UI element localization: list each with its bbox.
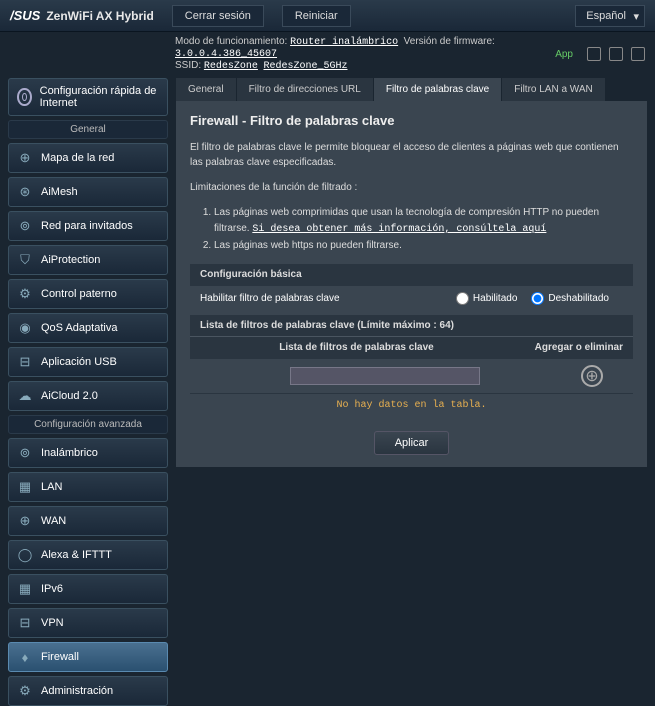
limitations-label: Limitaciones de la función de filtrado : [190,180,633,195]
quick-setup-label: Configuración rápida de Internet [40,85,159,109]
sidebar-item-lan[interactable]: ▦LAN [8,472,168,502]
sidebar-item-usb-app[interactable]: ⊟Aplicación USB [8,347,168,377]
ssid-label: SSID: [175,60,201,71]
no-data-message: No hay datos en la tabla. [190,393,633,417]
mode-link[interactable]: Router inalámbrico [290,37,398,48]
mode-label: Modo de funcionamiento: [175,36,287,47]
wifi-icon: ⊚ [17,445,33,461]
add-keyword-button[interactable]: ⊕ [581,365,603,387]
admin-icon: ⚙ [17,683,33,699]
column-keyword-list: Lista de filtros de palabras clave [200,342,513,353]
sidebar-item-guest-network[interactable]: ⊚Red para invitados [8,211,168,241]
wan-icon: ⊕ [17,513,33,529]
ssid2-link[interactable]: RedesZone_5GHz [263,61,347,72]
tab-keyword-filter[interactable]: Filtro de palabras clave [374,78,502,101]
usb-icon: ⊟ [17,354,33,370]
sidebar-item-wan[interactable]: ⊕WAN [8,506,168,536]
page-description: El filtro de palabras clave le permite b… [190,140,633,170]
language-select[interactable]: Español [575,5,645,27]
fw-label: Versión de firmware: [404,36,495,47]
shield-icon: ⛉ [17,252,33,268]
advanced-section-label: Configuración avanzada [8,415,168,434]
basic-config-header: Configuración básica [190,264,633,285]
status-icon-2[interactable] [609,47,623,61]
gear-icon [17,88,32,106]
sidebar-item-vpn[interactable]: ⊟VPN [8,608,168,638]
vpn-icon: ⊟ [17,615,33,631]
sidebar-item-aicloud[interactable]: ☁AiCloud 2.0 [8,381,168,411]
cloud-icon: ☁ [17,388,33,404]
speedometer-icon: ◉ [17,320,33,336]
sidebar-item-ipv6[interactable]: ▦IPv6 [8,574,168,604]
fw-link[interactable]: 3.0.0.4.386_45607 [175,49,277,60]
people-icon: ⚙ [17,286,33,302]
keyword-input[interactable] [290,367,480,385]
radio-enabled[interactable] [456,292,469,305]
sidebar-item-qos[interactable]: ◉QoS Adaptativa [8,313,168,343]
sidebar-item-firewall[interactable]: ♦Firewall [8,642,168,672]
sidebar-item-network-map[interactable]: ⊕Mapa de la red [8,143,168,173]
more-info-link[interactable]: Si desea obtener más información, consúl… [252,224,546,235]
guest-icon: ⊚ [17,218,33,234]
tab-url-filter[interactable]: Filtro de direcciones URL [237,78,374,101]
sidebar-item-aimesh[interactable]: ⊛AiMesh [8,177,168,207]
status-icon-1[interactable] [587,47,601,61]
tab-general[interactable]: General [176,78,237,101]
ipv6-icon: ▦ [17,581,33,597]
sidebar-item-wireless[interactable]: ⊚Inalámbrico [8,438,168,468]
reboot-button[interactable]: Reiniciar [282,5,351,27]
quick-setup-button[interactable]: Configuración rápida de Internet [8,78,168,116]
firewall-icon: ♦ [17,649,33,665]
enable-filter-label: Habilitar filtro de palabras clave [200,293,456,304]
tab-lan-wan-filter[interactable]: Filtro LAN a WAN [502,78,606,101]
sidebar-item-admin[interactable]: ⚙Administración [8,676,168,706]
globe-icon: ⊕ [17,150,33,166]
sidebar-item-parental[interactable]: ⚙Control paterno [8,279,168,309]
limitation-1: Las páginas web comprimidas que usan la … [214,205,633,238]
lan-icon: ▦ [17,479,33,495]
status-icon-3[interactable] [631,47,645,61]
alexa-icon: ◯ [17,547,33,563]
general-section-label: General [8,120,168,139]
sidebar-item-alexa[interactable]: ◯Alexa & IFTTT [8,540,168,570]
brand-logo: /SUS [10,8,40,23]
radio-enabled-label: Habilitado [473,293,517,304]
radio-disabled[interactable] [531,292,544,305]
column-add-remove: Agregar o eliminar [513,342,623,353]
ssid1-link[interactable]: RedesZone [204,61,258,72]
radio-disabled-label: Deshabilitado [548,293,609,304]
limitation-2: Las páginas web https no pueden filtrars… [214,238,633,254]
page-title: Firewall - Filtro de palabras clave [190,113,633,128]
keyword-list-header: Lista de filtros de palabras clave (Lími… [190,315,633,336]
model-name: ZenWiFi AX Hybrid [46,9,153,23]
sidebar-item-aiprotection[interactable]: ⛉AiProtection [8,245,168,275]
logout-button[interactable]: Cerrar sesión [172,5,264,27]
mesh-icon: ⊛ [17,184,33,200]
apply-button[interactable]: Aplicar [374,431,450,455]
app-label[interactable]: App [555,49,573,60]
